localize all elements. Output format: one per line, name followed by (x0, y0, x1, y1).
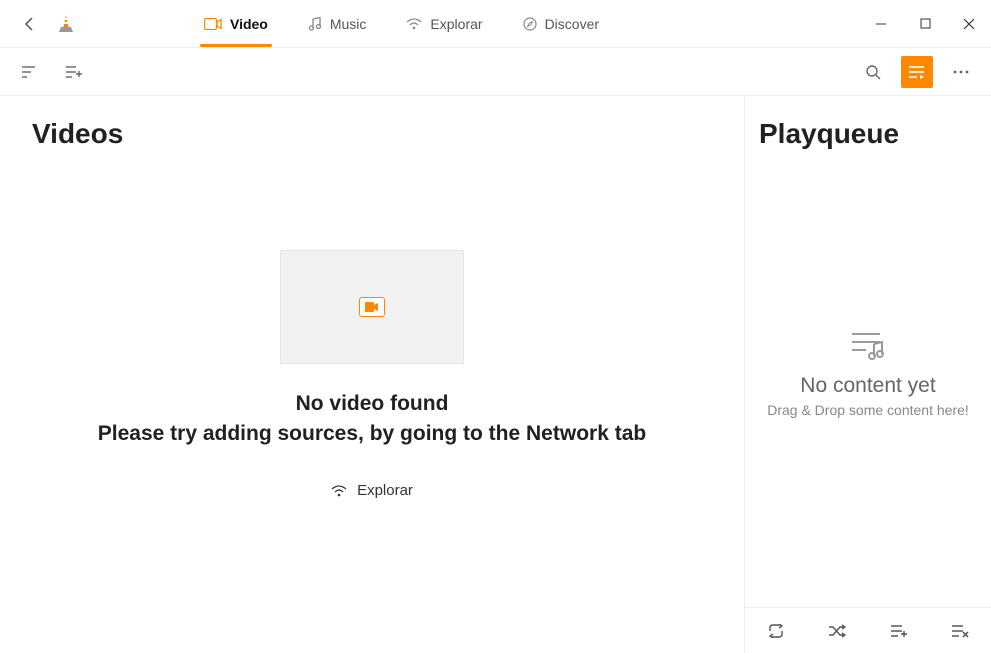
search-icon (865, 64, 881, 80)
maximize-button[interactable] (903, 0, 947, 47)
tab-discover[interactable]: Discover (523, 0, 599, 47)
sort-icon (21, 65, 39, 79)
window-controls (859, 0, 991, 47)
playqueue-empty-subtitle: Drag & Drop some content here! (767, 402, 969, 418)
tab-music[interactable]: Music (308, 0, 367, 47)
explore-link-label: Explorar (357, 482, 413, 499)
close-icon (963, 18, 975, 30)
tab-explorar[interactable]: Explorar (406, 0, 482, 47)
loop-icon (767, 624, 785, 638)
video-camera-icon (359, 297, 385, 317)
arrow-left-icon (22, 16, 38, 32)
maximize-icon (920, 18, 931, 29)
titlebar: Video Music Explorar Discover (0, 0, 991, 48)
more-icon (953, 70, 969, 74)
playqueue-footer (745, 607, 991, 653)
tab-label: Music (330, 16, 367, 32)
loop-button[interactable] (762, 617, 790, 645)
sort-button[interactable] (14, 56, 46, 88)
playqueue-panel: Playqueue No content yet Drag & Drop som… (744, 96, 991, 653)
video-placeholder-card (280, 250, 464, 364)
back-button[interactable] (16, 10, 44, 38)
main-tabs: Video Music Explorar Discover (204, 0, 599, 47)
search-button[interactable] (857, 56, 889, 88)
close-button[interactable] (947, 0, 991, 47)
wifi-icon (331, 485, 347, 497)
empty-title: No video found (296, 392, 449, 416)
playlist-add-icon (65, 65, 83, 79)
queue-add-icon (890, 624, 908, 638)
videos-empty-state: No video found Please try adding sources… (32, 118, 712, 631)
explore-link[interactable]: Explorar (331, 482, 413, 499)
shuffle-button[interactable] (823, 617, 851, 645)
main-panel: Videos No video found Please try adding … (0, 96, 744, 653)
playqueue-empty-title: No content yet (800, 374, 935, 398)
playlist-music-icon (850, 330, 886, 360)
queue-add-button[interactable] (885, 617, 913, 645)
tab-label: Video (230, 16, 268, 32)
more-button[interactable] (945, 56, 977, 88)
queue-clear-icon (951, 624, 969, 638)
wifi-icon (406, 18, 422, 30)
titlebar-left (0, 10, 74, 38)
compass-icon (523, 17, 537, 31)
tab-label: Explorar (430, 16, 482, 32)
music-tab-icon (308, 17, 322, 31)
playlist-add-button[interactable] (58, 56, 90, 88)
minimize-button[interactable] (859, 0, 903, 47)
minimize-icon (875, 18, 887, 30)
empty-subtitle: Please try adding sources, by going to t… (98, 422, 646, 446)
playqueue-empty-state: No content yet Drag & Drop some content … (759, 150, 977, 597)
tab-label: Discover (545, 16, 599, 32)
toolbar (0, 48, 991, 96)
playqueue-title: Playqueue (759, 118, 977, 150)
queue-clear-button[interactable] (946, 617, 974, 645)
content-area: Videos No video found Please try adding … (0, 96, 991, 653)
tab-video[interactable]: Video (204, 0, 268, 47)
playqueue-icon (908, 65, 926, 79)
video-tab-icon (204, 18, 222, 30)
playqueue-toggle-button[interactable] (901, 56, 933, 88)
shuffle-icon (828, 624, 846, 638)
playqueue-body: Playqueue No content yet Drag & Drop som… (745, 96, 991, 607)
vlc-logo-icon (58, 15, 74, 33)
